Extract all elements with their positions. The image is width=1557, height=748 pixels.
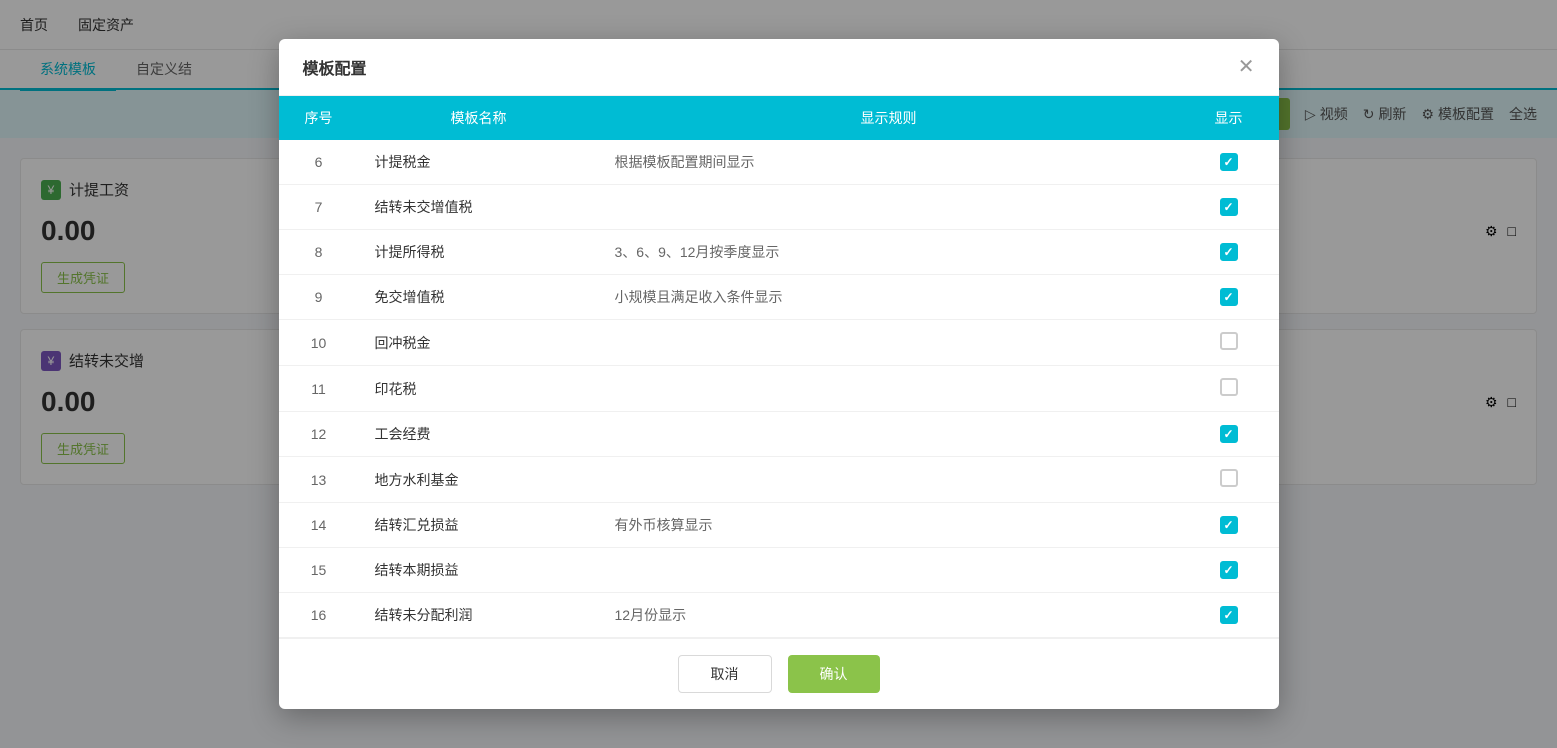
dialog-footer: 取消 确认 [279,638,1279,709]
cell-checkbox [1179,548,1279,593]
cell-rule: 根据模板配置期间显示 [599,140,1179,185]
cell-rule: 3、6、9、12月按季度显示 [599,230,1179,275]
dialog-header: 模板配置 ✕ [279,39,1279,96]
cell-seq: 9 [279,275,359,320]
cell-rule: 有外币核算显示 [599,503,1179,548]
cell-name: 结转本期损益 [359,548,599,593]
table-row: 12工会经费 [279,412,1279,457]
cell-rule: 12月份显示 [599,593,1179,638]
cell-rule: 小规模且满足收入条件显示 [599,275,1179,320]
table-row: 10回冲税金 [279,320,1279,366]
table-header-row: 序号 模板名称 显示规则 显示 [279,96,1279,140]
cell-seq: 12 [279,412,359,457]
dialog-body: 序号 模板名称 显示规则 显示 6计提税金根据模板配置期间显示7结转未交增值税8… [279,96,1279,638]
checkbox-8[interactable] [1220,243,1238,261]
cell-name: 计提所得税 [359,230,599,275]
col-rule: 显示规则 [599,96,1179,140]
cell-checkbox [1179,230,1279,275]
checkbox-7[interactable] [1220,198,1238,216]
cell-seq: 13 [279,457,359,503]
cell-name: 回冲税金 [359,320,599,366]
dialog-title: 模板配置 [303,55,367,79]
cell-name: 工会经费 [359,412,599,457]
confirm-button[interactable]: 确认 [788,655,880,693]
cell-rule [599,548,1179,593]
modal-overlay: 模板配置 ✕ 序号 模板名称 显示规则 显示 6计提税金根据模板配置期间显示7结… [0,0,1557,748]
checkbox-13[interactable] [1220,469,1238,487]
cell-rule [599,457,1179,503]
cell-rule [599,320,1179,366]
template-config-dialog: 模板配置 ✕ 序号 模板名称 显示规则 显示 6计提税金根据模板配置期间显示7结… [279,39,1279,709]
checkbox-15[interactable] [1220,561,1238,579]
table-row: 11印花税 [279,366,1279,412]
cell-rule [599,185,1179,230]
cell-checkbox [1179,140,1279,185]
table-row: 8计提所得税3、6、9、12月按季度显示 [279,230,1279,275]
cancel-button[interactable]: 取消 [678,655,772,693]
cell-checkbox [1179,457,1279,503]
cell-seq: 8 [279,230,359,275]
cell-name: 印花税 [359,366,599,412]
table-row: 6计提税金根据模板配置期间显示 [279,140,1279,185]
table-row: 14结转汇兑损益有外币核算显示 [279,503,1279,548]
cell-checkbox [1179,593,1279,638]
cell-checkbox [1179,320,1279,366]
cell-checkbox [1179,366,1279,412]
checkbox-11[interactable] [1220,378,1238,396]
table-row: 15结转本期损益 [279,548,1279,593]
table-row: 13地方水利基金 [279,457,1279,503]
cell-seq: 14 [279,503,359,548]
checkbox-9[interactable] [1220,288,1238,306]
cell-name: 计提税金 [359,140,599,185]
dialog-close-button[interactable]: ✕ [1238,57,1255,77]
cell-seq: 10 [279,320,359,366]
cell-seq: 16 [279,593,359,638]
cell-checkbox [1179,503,1279,548]
cell-name: 结转未分配利润 [359,593,599,638]
cell-seq: 6 [279,140,359,185]
cell-checkbox [1179,412,1279,457]
table-row: 7结转未交增值税 [279,185,1279,230]
config-table: 序号 模板名称 显示规则 显示 6计提税金根据模板配置期间显示7结转未交增值税8… [279,96,1279,638]
cell-rule [599,366,1179,412]
col-display: 显示 [1179,96,1279,140]
cell-seq: 11 [279,366,359,412]
cell-name: 免交增值税 [359,275,599,320]
checkbox-14[interactable] [1220,516,1238,534]
table-row: 9免交增值税小规模且满足收入条件显示 [279,275,1279,320]
cell-checkbox [1179,275,1279,320]
cell-seq: 7 [279,185,359,230]
cell-name: 地方水利基金 [359,457,599,503]
cell-name: 结转汇兑损益 [359,503,599,548]
col-name: 模板名称 [359,96,599,140]
cell-checkbox [1179,185,1279,230]
checkbox-10[interactable] [1220,332,1238,350]
checkbox-6[interactable] [1220,153,1238,171]
checkbox-16[interactable] [1220,606,1238,624]
cell-seq: 15 [279,548,359,593]
cell-name: 结转未交增值税 [359,185,599,230]
table-row: 16结转未分配利润12月份显示 [279,593,1279,638]
cell-rule [599,412,1179,457]
col-seq: 序号 [279,96,359,140]
checkbox-12[interactable] [1220,425,1238,443]
